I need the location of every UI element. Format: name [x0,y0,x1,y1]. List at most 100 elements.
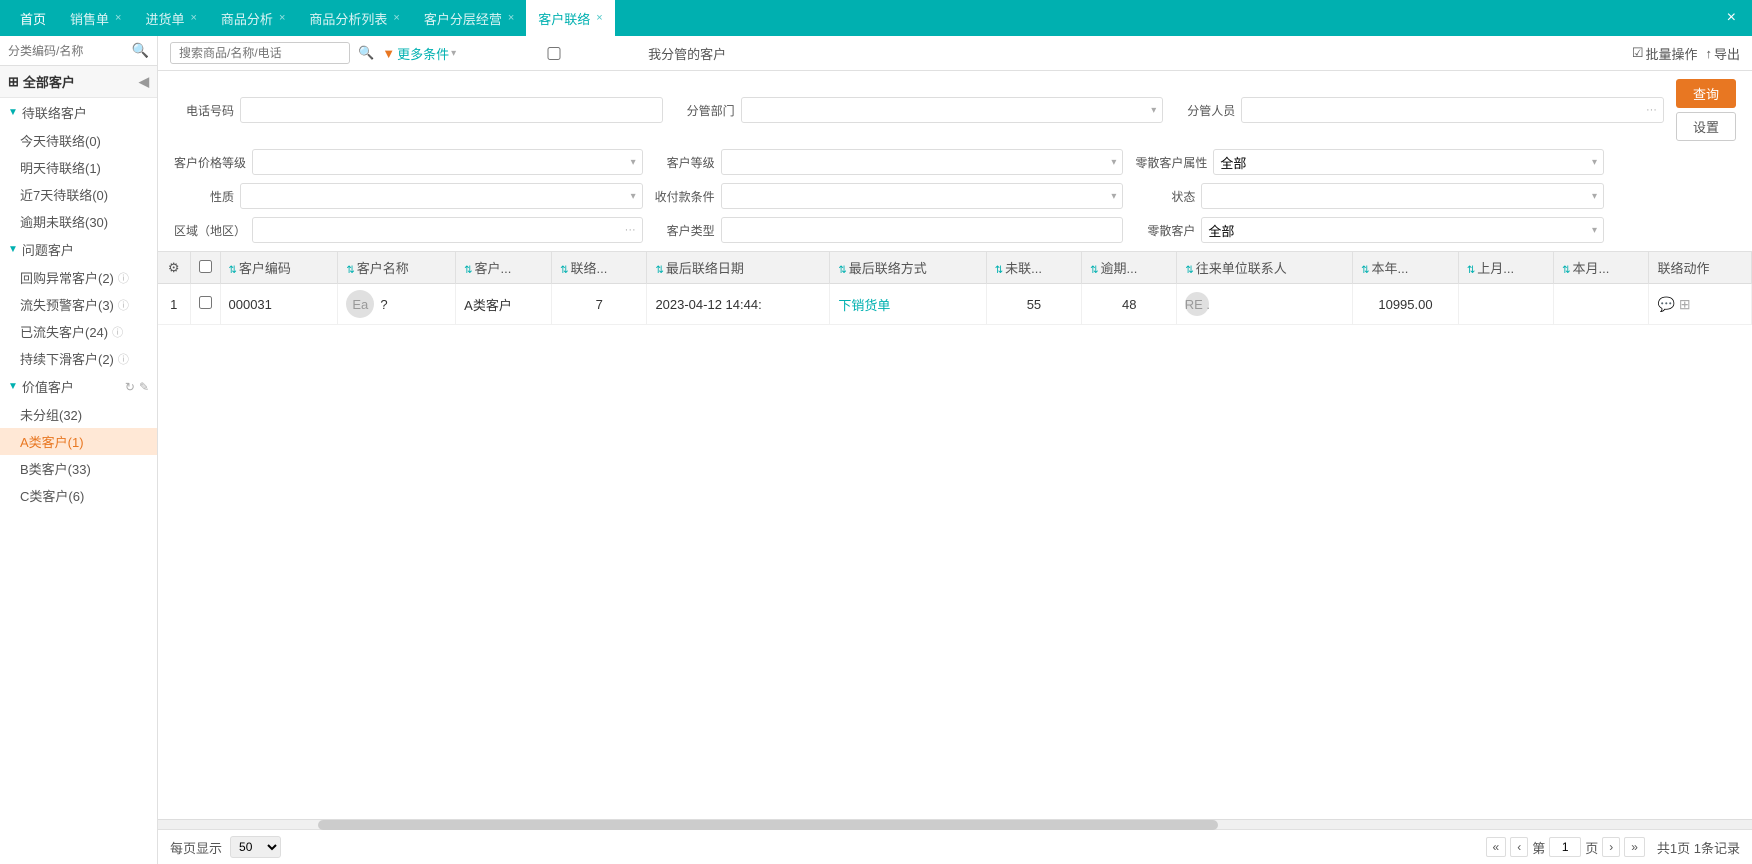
sort-icon-last-way[interactable]: ⇅ [838,265,846,276]
sidebar-item-b-class[interactable]: B类客户(33) [0,455,157,482]
sidebar-item-repurchase[interactable]: 回购异常客户(2) ⓘ [0,264,157,291]
sidebar-item-tomorrow[interactable]: 明天待联络(1) [0,154,157,181]
last-page-btn[interactable]: » [1624,837,1645,857]
nav-tab-sales[interactable]: 销售单 × [58,0,133,36]
row-checkbox[interactable] [199,296,212,309]
sidebar-item-today[interactable]: 今天待联络(0) [0,127,157,154]
sidebar-search-input[interactable] [8,44,128,58]
filter-status-select[interactable]: ▾ [1201,183,1604,209]
filter-payment-select[interactable]: ▾ [721,183,1124,209]
sidebar-problem-group[interactable]: ▼ 问题客户 [0,235,157,264]
filter-customer-grade: 客户等级 ▾ [655,149,1124,175]
close-analysis-list-tab[interactable]: × [393,12,399,24]
close-purchase-tab[interactable]: × [190,12,196,24]
nav-home[interactable]: 首页 [8,0,58,36]
sort-icon-this-year[interactable]: ⇅ [1361,265,1369,276]
close-analysis-tab[interactable]: × [279,12,285,24]
sort-icon-last-date[interactable]: ⇅ [655,265,663,276]
sidebar-value-group[interactable]: ▼ 价值客户 ↻ ✎ [0,372,157,401]
close-customer-layer-tab[interactable]: × [508,12,514,24]
info-icon-3: ⓘ [112,324,123,340]
nav-tab-customer-contact[interactable]: 客户联络 × [526,0,614,36]
search-input[interactable] [170,42,350,64]
sort-icon-level[interactable]: ⇅ [464,265,472,276]
more-conditions-btn[interactable]: ▼ 更多条件 ▾ [382,44,456,63]
horizontal-scrollbar[interactable] [158,819,1752,829]
sort-icon-last-month[interactable]: ⇅ [1467,265,1475,276]
dropdown-arrow-scatter: ▾ [1592,157,1597,168]
sidebar-item-churn-warning[interactable]: 流失预警客户(3) ⓘ [0,291,157,318]
filter-phone-input[interactable] [240,97,663,123]
edit-icon[interactable]: ✎ [139,380,149,394]
sort-icon-no-contact[interactable]: ⇅ [995,265,1003,276]
prev-page-btn[interactable]: ‹ [1510,837,1528,857]
my-customers-checkbox[interactable] [464,47,644,60]
refresh-icon[interactable]: ↻ [125,380,135,394]
sidebar-item-overdue[interactable]: 逾期未联络(30) [0,208,157,235]
row-actions: 💬 ⊞ [1657,296,1743,313]
sidebar-item-churned[interactable]: 已流失客户(24) ⓘ [0,318,157,345]
th-settings[interactable]: ⚙ [158,252,190,284]
sort-icon-unit-contact[interactable]: ⇅ [1185,265,1193,276]
sort-icon-overdue[interactable]: ⇅ [1090,265,1098,276]
sidebar-all-customers[interactable]: ⊞ 全部客户 ◀ [0,66,157,98]
nav-tab-purchase[interactable]: 进货单 × [133,0,208,36]
filter-customer-grade-select[interactable]: ▾ [721,149,1124,175]
filter-price-grade-select[interactable]: ▾ [252,149,643,175]
close-customer-contact-tab[interactable]: × [596,12,602,24]
info-icon-2: ⓘ [118,297,129,313]
filter-payment: 收付款条件 ▾ [655,183,1124,209]
nav-tab-customer-layer[interactable]: 客户分层经营 × [412,0,526,36]
sidebar-item-a-class[interactable]: A类客户(1) [0,428,157,455]
filter-search-icon[interactable]: 🔍 [358,45,374,61]
th-overdue: ⇅逾期... [1082,252,1177,284]
filter-person-input[interactable]: ··· [1241,97,1664,123]
settings-btn[interactable]: 设置 [1676,112,1736,141]
sidebar-collapse-btn[interactable]: ◀ [139,74,149,90]
th-code: ⇅客户编码 [220,252,338,284]
query-btn[interactable]: 查询 [1676,79,1736,108]
sidebar-search-icon[interactable]: 🔍 [132,42,149,59]
filter-dept-select[interactable]: ▾ [741,97,1164,123]
filter-nature: 性质 ▾ [174,183,643,209]
sort-icon-name[interactable]: ⇅ [346,265,354,276]
export-btn[interactable]: ↑ 导出 [1705,44,1740,63]
close-all-tabs[interactable]: × [1719,9,1744,27]
sidebar-item-week[interactable]: 近7天待联络(0) [0,181,157,208]
page-input[interactable] [1549,837,1581,857]
adv-filter-row-2: 客户价格等级 ▾ 客户等级 ▾ 零散客户属性 全部 ▾ [174,149,1736,175]
filter-scatter-customer-select[interactable]: 全部 ▾ [1201,217,1604,243]
sort-icon-code[interactable]: ⇅ [229,265,237,276]
dropdown-arrow-cgrade: ▾ [1111,157,1116,168]
last-way-link[interactable]: 下销货单 [838,298,890,313]
filter-region-input[interactable]: ··· [252,217,643,243]
td-no-contact: 55 [986,284,1081,325]
sidebar-item-ungrouped[interactable]: 未分组(32) [0,401,157,428]
sort-icon-contact[interactable]: ⇅ [560,265,568,276]
qr-icon[interactable]: ⊞ [1679,296,1691,313]
sidebar-pending-group[interactable]: ▼ 待联络客户 [0,98,157,127]
filter-nature-select[interactable]: ▾ [240,183,643,209]
filter-customer-grade-label: 客户等级 [655,154,715,171]
nav-tab-analysis-list[interactable]: 商品分析列表 × [297,0,411,36]
my-customers-checkbox-label[interactable]: 我分管的客户 [464,44,726,63]
td-last-way[interactable]: 下销货单 [830,284,986,325]
batch-op-btn[interactable]: ☑ 批量操作 [1632,44,1698,63]
filter-ctype-input[interactable] [721,217,1124,243]
select-all-checkbox[interactable] [199,260,212,273]
td-checkbox[interactable] [190,284,220,325]
next-page-btn[interactable]: › [1602,837,1620,857]
close-sales-tab[interactable]: × [115,12,121,24]
nav-tab-analysis[interactable]: 商品分析 × [209,0,297,36]
scroll-thumb[interactable] [318,820,1218,830]
first-page-btn[interactable]: « [1486,837,1507,857]
sidebar-item-declining[interactable]: 持续下滑客户(2) ⓘ [0,345,157,372]
th-checkbox[interactable] [190,252,220,284]
page-size-select[interactable]: 50100 [230,836,281,858]
td-name[interactable]: Ea ? [338,284,456,325]
chat-icon[interactable]: 💬 [1657,296,1674,313]
sidebar-item-c-class[interactable]: C类客户(6) [0,482,157,509]
filter-scatter-attr-label: 零散客户属性 [1135,154,1207,171]
filter-scatter-attr-select[interactable]: 全部 ▾ [1213,149,1604,175]
sort-icon-this-month[interactable]: ⇅ [1562,265,1570,276]
